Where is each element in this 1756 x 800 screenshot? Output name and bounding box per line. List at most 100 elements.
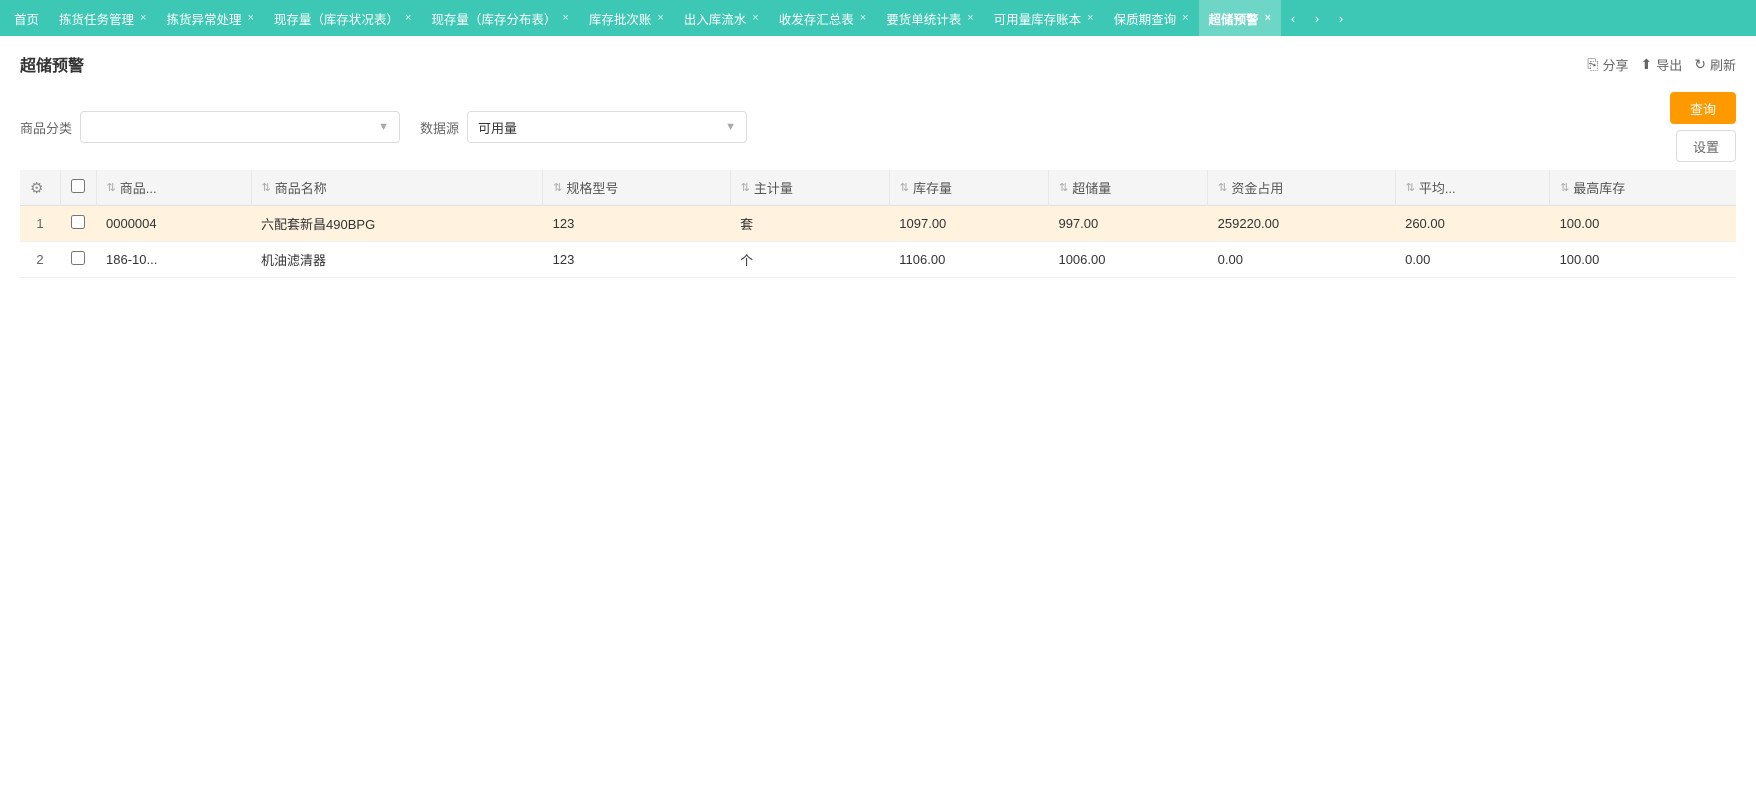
datasource-filter: 数据源 可用量 ▼ (420, 111, 747, 143)
gear-icon[interactable]: ⚙ (30, 180, 43, 197)
nav-tab-active[interactable]: 超储预警 × (1199, 0, 1281, 36)
table-row: 1 0000004 六配套新昌490BPG 123 套 1097.00 997.… (20, 206, 1736, 242)
th-avg: ⇅ 平均... (1395, 170, 1549, 206)
row-maxstock: 100.00 (1550, 206, 1736, 242)
row-name: 机油滤清器 (251, 242, 543, 278)
filter-row: 商品分类 ▼ 数据源 可用量 ▼ 查询 设置 (20, 92, 1736, 162)
chevron-down-icon: ▼ (725, 121, 736, 133)
row-stock: 1106.00 (889, 242, 1048, 278)
export-icon: ⬆ (1641, 56, 1653, 73)
sort-icon: ⇅ (262, 181, 271, 194)
export-button[interactable]: ⬆ 导出 (1641, 55, 1683, 74)
close-icon[interactable]: × (1087, 12, 1093, 24)
close-icon[interactable]: × (967, 12, 973, 24)
share-icon: ⎘ (1587, 56, 1598, 73)
row-checkbox-cell (60, 242, 96, 278)
nav-prev-button[interactable]: ‹ (1281, 0, 1305, 36)
category-select[interactable]: ▼ (80, 111, 400, 143)
close-icon[interactable]: × (247, 12, 253, 24)
page-title: 超储预警 (20, 52, 84, 76)
refresh-icon: ↻ (1694, 56, 1706, 73)
nav-tab-4[interactable]: 现存量（库存分布表） × (421, 0, 578, 36)
row-overstock: 997.00 (1048, 206, 1207, 242)
share-button[interactable]: ⎘ 分享 (1587, 55, 1628, 74)
row-checkbox[interactable] (71, 251, 85, 265)
sort-icon: ⇅ (1059, 181, 1068, 194)
close-icon[interactable]: × (1265, 12, 1271, 24)
th-settings: ⚙ (20, 170, 60, 206)
nav-tab-5[interactable]: 库存批次账 × (579, 0, 674, 36)
th-name: ⇅ 商品名称 (251, 170, 543, 206)
nav-tab-3[interactable]: 现存量（库存状况表） × (264, 0, 421, 36)
close-icon[interactable]: × (860, 12, 866, 24)
th-code: ⇅ 商品... (96, 170, 251, 206)
close-icon[interactable]: × (1182, 12, 1188, 24)
sort-icon: ⇅ (900, 181, 909, 194)
sort-icon: ⇅ (1406, 181, 1415, 194)
row-checkbox[interactable] (71, 215, 85, 229)
header-actions: ⎘ 分享 ⬆ 导出 ↻ 刷新 (1587, 55, 1736, 74)
row-avg: 260.00 (1395, 206, 1549, 242)
category-label: 商品分类 (20, 118, 72, 137)
table-header-row: ⚙ ⇅ 商品... ⇅ 商品名称 (20, 170, 1736, 206)
sort-icon: ⇅ (107, 181, 116, 194)
row-avg: 0.00 (1395, 242, 1549, 278)
close-icon[interactable]: × (405, 12, 411, 24)
row-name: 六配套新昌490BPG (251, 206, 543, 242)
th-capital: ⇅ 资金占用 (1208, 170, 1395, 206)
nav-tab-9[interactable]: 可用量库存账本 × (984, 0, 1104, 36)
nav-tab-7[interactable]: 收发存汇总表 × (769, 0, 876, 36)
nav-tab-1[interactable]: 拣货任务管理 × (49, 0, 156, 36)
row-unit: 个 (730, 242, 889, 278)
datasource-value: 可用量 (478, 118, 517, 137)
select-all-checkbox[interactable] (71, 179, 85, 193)
nav-next-button[interactable]: › (1305, 0, 1329, 36)
sort-icon: ⇅ (553, 181, 562, 194)
nav-tab-2[interactable]: 拣货异常处理 × (156, 0, 263, 36)
nav-tab-10[interactable]: 保质期查询 × (1104, 0, 1199, 36)
row-spec: 123 (543, 206, 730, 242)
page-container: 超储预警 ⎘ 分享 ⬆ 导出 ↻ 刷新 商品分类 ▼ 数据源 (0, 36, 1756, 800)
th-unit: ⇅ 主计量 (730, 170, 889, 206)
th-checkbox (60, 170, 96, 206)
chevron-down-icon: ▼ (378, 121, 389, 133)
row-checkbox-cell (60, 206, 96, 242)
row-code: 0000004 (96, 206, 251, 242)
table-row: 2 186-10... 机油滤清器 123 个 1106.00 1006.00 … (20, 242, 1736, 278)
top-nav: 首页 拣货任务管理 × 拣货异常处理 × 现存量（库存状况表） × 现存量（库存… (0, 0, 1756, 36)
nav-more-button[interactable]: › (1329, 0, 1353, 36)
close-icon[interactable]: × (140, 12, 146, 24)
sort-icon: ⇅ (741, 181, 750, 194)
row-code: 186-10... (96, 242, 251, 278)
close-icon[interactable]: × (562, 12, 568, 24)
row-capital: 0.00 (1208, 242, 1395, 278)
page-header: 超储预警 ⎘ 分享 ⬆ 导出 ↻ 刷新 (20, 52, 1736, 76)
row-unit: 套 (730, 206, 889, 242)
refresh-button[interactable]: ↻ 刷新 (1694, 55, 1736, 74)
datasource-select[interactable]: 可用量 ▼ (467, 111, 747, 143)
th-maxstock: ⇅ 最高库存 (1550, 170, 1736, 206)
row-spec: 123 (543, 242, 730, 278)
th-spec: ⇅ 规格型号 (543, 170, 730, 206)
row-stock: 1097.00 (889, 206, 1048, 242)
th-stock: ⇅ 库存量 (889, 170, 1048, 206)
sort-icon: ⇅ (1560, 181, 1569, 194)
row-capital: 259220.00 (1208, 206, 1395, 242)
th-overstock: ⇅ 超储量 (1048, 170, 1207, 206)
nav-home[interactable]: 首页 (4, 0, 49, 36)
row-index: 2 (20, 242, 60, 278)
data-table: ⚙ ⇅ 商品... ⇅ 商品名称 (20, 170, 1736, 278)
sort-icon: ⇅ (1218, 181, 1227, 194)
query-button[interactable]: 查询 (1670, 92, 1736, 124)
row-overstock: 1006.00 (1048, 242, 1207, 278)
nav-tab-8[interactable]: 要货单统计表 × (876, 0, 983, 36)
close-icon[interactable]: × (657, 12, 663, 24)
category-filter: 商品分类 ▼ (20, 111, 400, 143)
row-maxstock: 100.00 (1550, 242, 1736, 278)
nav-tab-6[interactable]: 出入库流水 × (674, 0, 769, 36)
row-index: 1 (20, 206, 60, 242)
datasource-label: 数据源 (420, 118, 459, 137)
action-buttons: 查询 设置 (1670, 92, 1736, 162)
close-icon[interactable]: × (752, 12, 758, 24)
settings-button[interactable]: 设置 (1676, 130, 1736, 162)
